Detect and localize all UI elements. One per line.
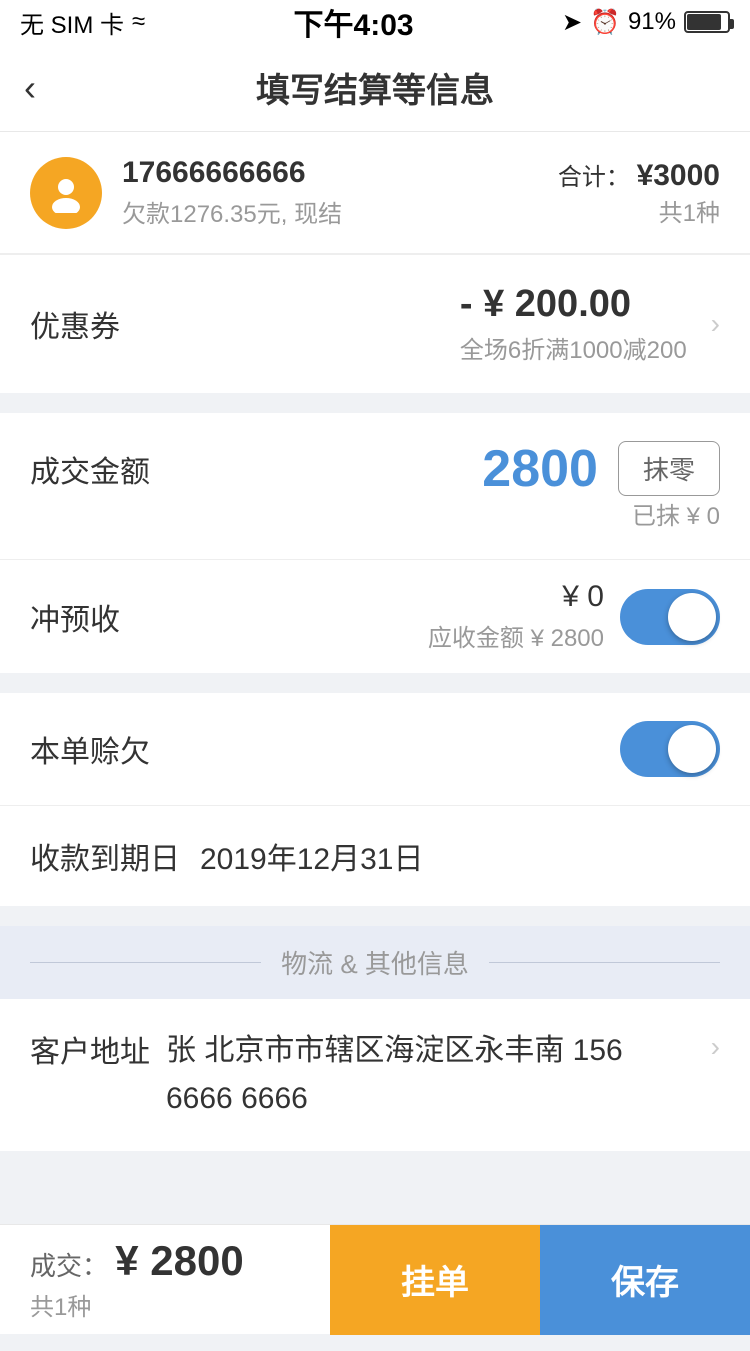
customer-phone: 17666666666 <box>122 156 342 190</box>
credit-label: 本单赊欠 <box>30 727 150 771</box>
status-bar: 无 SIM 卡 ≈ 下午4:03 ➤ ⏰ 91% <box>0 0 750 44</box>
location-icon: ➤ <box>562 8 582 37</box>
total-label: 合计： ¥3000 <box>558 157 720 193</box>
status-right: ➤ ⏰ 91% <box>562 8 730 37</box>
credit-toggle[interactable] <box>620 721 720 777</box>
logistics-label: 物流 & 其他信息 <box>281 944 469 981</box>
address-value: 张 北京市市辖区海淀区永丰南 156 6666 6666 <box>166 1027 695 1123</box>
status-left: 无 SIM 卡 ≈ <box>20 5 145 40</box>
amount-section: 成交金额 2800 抹零 已抹 ¥ 0 <box>0 413 750 559</box>
nav-bar: ‹ 填写结算等信息 <box>0 44 750 132</box>
discount-right: - ¥ 200.00 全场6折满1000减200 › <box>460 283 720 365</box>
due-date-value: 2019年12月31日 <box>200 834 423 878</box>
customer-info: 17666666666 欠款1276.35元, 现结 <box>122 156 342 229</box>
alarm-icon: ⏰ <box>590 8 620 37</box>
discount-chevron: › <box>711 308 720 340</box>
page-title: 填写结算等信息 <box>256 63 494 112</box>
main-content: 17666666666 欠款1276.35元, 现结 合计： ¥3000 共1种… <box>0 132 750 1351</box>
due-date-label: 收款到期日 <box>30 834 180 878</box>
credit-section: 本单赊欠 <box>0 693 750 805</box>
wifi-icon: ≈ <box>132 8 145 36</box>
amount-sub: 已抹 ¥ 0 <box>632 503 720 530</box>
prepay-toggle[interactable] <box>620 589 720 645</box>
footer-bar: 成交： ¥ 2800 共1种 挂单 保存 <box>0 1224 750 1334</box>
battery-icon <box>684 11 730 33</box>
section-sep-1 <box>0 393 750 413</box>
footer-deal-value: ¥ 2800 <box>115 1237 243 1284</box>
prepay-value: ¥ 0 <box>428 580 604 614</box>
logistics-divider: 物流 & 其他信息 <box>0 926 750 999</box>
total-count: 共1种 <box>558 193 720 228</box>
status-time: 下午4:03 <box>294 0 414 44</box>
round-button[interactable]: 抹零 <box>618 441 720 496</box>
customer-card: 17666666666 欠款1276.35元, 现结 合计： ¥3000 共1种 <box>0 132 750 254</box>
pending-button[interactable]: 挂单 <box>330 1225 540 1335</box>
address-chevron: › <box>711 1031 720 1063</box>
customer-total: 合计： ¥3000 共1种 <box>558 157 720 228</box>
prepay-right: ¥ 0 应收金额 ¥ 2800 <box>428 580 720 653</box>
address-label: 客户地址 <box>30 1027 150 1071</box>
back-button[interactable]: ‹ <box>24 67 36 109</box>
due-date-section: 收款到期日 2019年12月31日 <box>0 806 750 906</box>
discount-value-block: - ¥ 200.00 全场6折满1000减200 <box>460 283 687 365</box>
discount-row[interactable]: 优惠券 - ¥ 200.00 全场6折满1000减200 › <box>0 255 750 393</box>
divider-line-left <box>30 962 261 963</box>
discount-label: 优惠券 <box>30 302 120 346</box>
avatar <box>30 157 102 229</box>
section-sep-3 <box>0 906 750 926</box>
amount-value: 2800 <box>482 443 598 495</box>
toggle-knob <box>668 593 716 641</box>
amount-sub-row: 已抹 ¥ 0 <box>30 496 720 531</box>
footer-deal-label-row: 成交： ¥ 2800 <box>30 1237 300 1285</box>
prepay-label: 冲预收 <box>30 595 120 639</box>
footer-deal-count: 共1种 <box>30 1287 300 1322</box>
amount-label: 成交金额 <box>30 447 150 491</box>
divider-line-right <box>489 962 720 963</box>
customer-left: 17666666666 欠款1276.35元, 现结 <box>30 156 342 229</box>
sim-status: 无 SIM 卡 <box>20 5 124 40</box>
discount-value: - ¥ 200.00 <box>460 283 687 326</box>
prepay-value-block: ¥ 0 应收金额 ¥ 2800 <box>428 580 604 653</box>
prepay-sub: 应收金额 ¥ 2800 <box>428 618 604 653</box>
address-section[interactable]: 客户地址 张 北京市市辖区海淀区永丰南 156 6666 6666 › <box>0 999 750 1151</box>
discount-sub: 全场6折满1000减200 <box>460 330 687 365</box>
total-value: ¥3000 <box>637 159 720 192</box>
prepay-section: 冲预收 ¥ 0 应收金额 ¥ 2800 <box>0 560 750 673</box>
save-button[interactable]: 保存 <box>540 1225 750 1335</box>
amount-right: 2800 抹零 <box>482 441 720 496</box>
footer-left: 成交： ¥ 2800 共1种 <box>0 1237 330 1322</box>
customer-sub: 欠款1276.35元, 现结 <box>122 194 342 229</box>
section-sep-2 <box>0 673 750 693</box>
battery-percent: 91% <box>628 8 676 36</box>
credit-toggle-knob <box>668 725 716 773</box>
footer-deal-prefix: 成交： <box>30 1251 108 1281</box>
amount-row: 成交金额 2800 抹零 <box>30 441 720 496</box>
